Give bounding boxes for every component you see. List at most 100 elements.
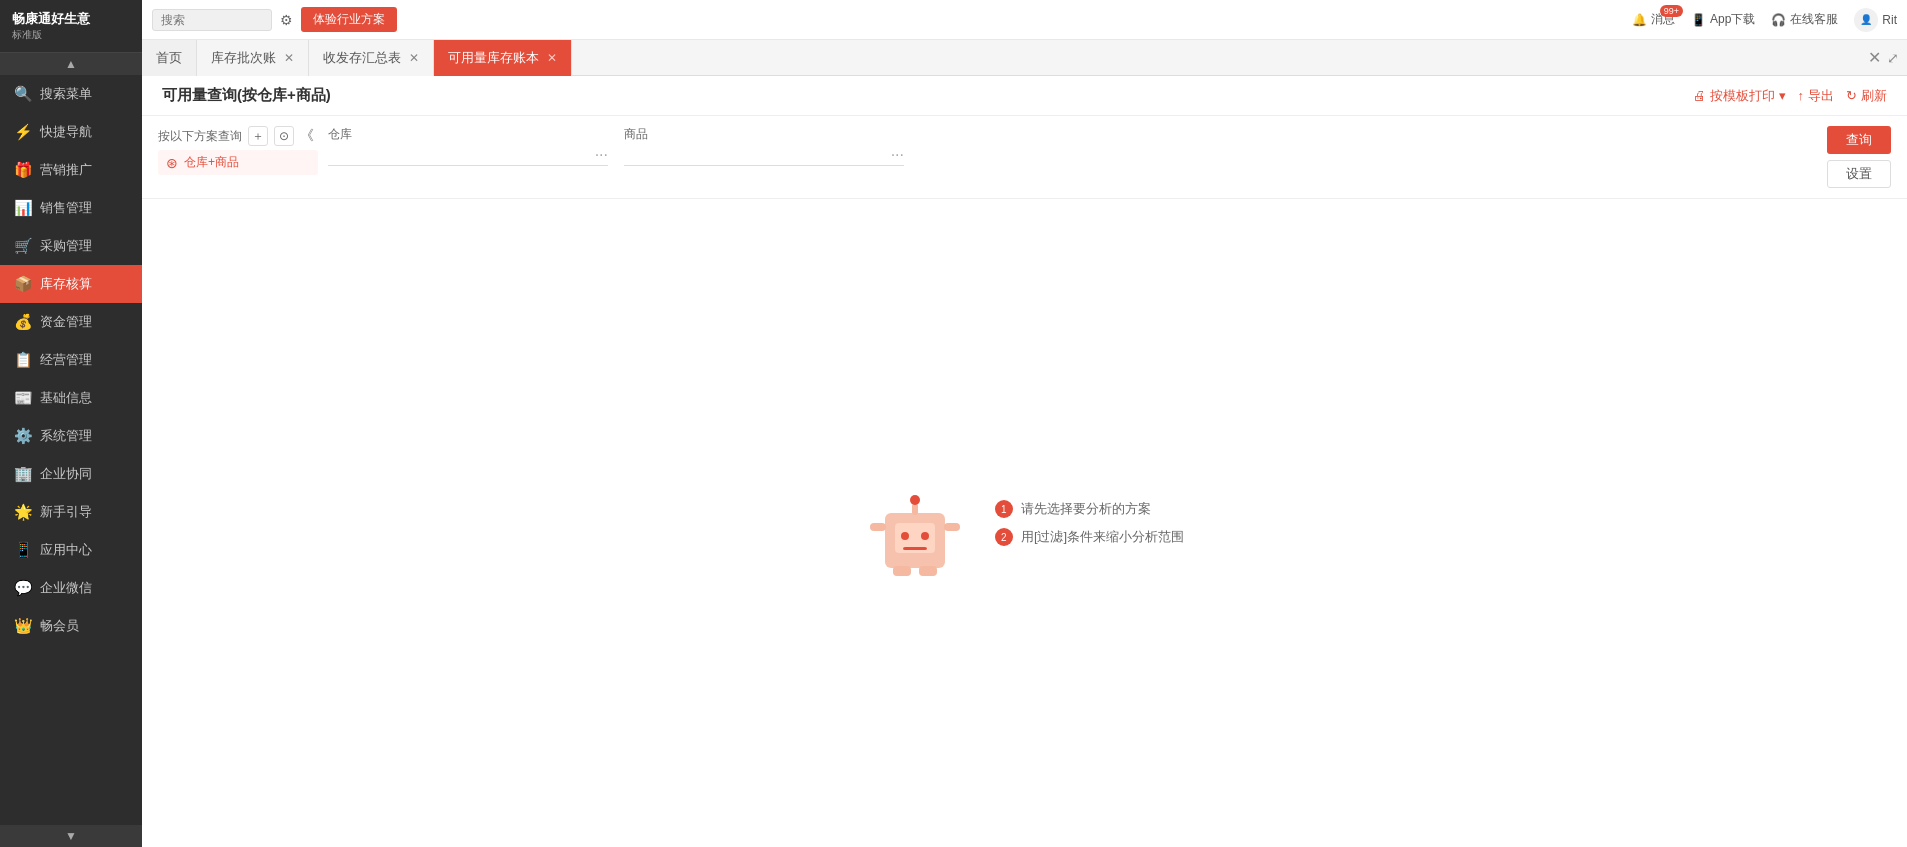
sidebar-item-purchase[interactable]: 🛒 采购管理 — [0, 227, 142, 265]
svg-rect-7 — [870, 523, 886, 531]
goods-input[interactable] — [624, 145, 887, 165]
tab-receipt-summary[interactable]: 收发存汇总表 ✕ — [309, 40, 434, 76]
industry-btn[interactable]: 体验行业方案 — [301, 7, 397, 32]
step1-text: 请先选择要分析的方案 — [1021, 500, 1151, 518]
tab-available-qty[interactable]: 可用量库存账本 ✕ — [434, 40, 572, 76]
sidebar-logo-sub: 标准版 — [12, 28, 130, 42]
search-icon: 🔍 — [14, 85, 32, 103]
online-service-btn[interactable]: 🎧 在线客服 — [1771, 11, 1838, 28]
refresh-label: 刷新 — [1861, 87, 1887, 105]
sidebar-item-label-member: 畅会员 — [40, 617, 79, 635]
tab-batch-account-close[interactable]: ✕ — [284, 51, 294, 65]
svg-rect-4 — [903, 547, 927, 550]
scheme-item-label: 仓库+商品 — [184, 154, 239, 171]
add-scheme-btn[interactable]: ＋ — [248, 126, 268, 146]
filter-scheme-header: 按以下方案查询 ＋ ⊙ 《 — [158, 126, 318, 146]
goods-field: 商品 ··· — [624, 126, 904, 166]
query-btn[interactable]: 查询 — [1827, 126, 1891, 154]
scheme-item-warehouse-goods[interactable]: ⊛ 仓库+商品 — [158, 150, 318, 175]
sidebar-item-label-system: 系统管理 — [40, 427, 92, 445]
export-icon: ↑ — [1798, 88, 1805, 103]
printer-icon: 🖨 — [1693, 88, 1706, 103]
sidebar-item-member[interactable]: 👑畅会员 — [0, 607, 142, 645]
svg-point-3 — [921, 532, 929, 540]
filter-fields: 仓库 ··· 商品 ··· — [328, 126, 1817, 166]
settings-btn[interactable]: 设置 — [1827, 160, 1891, 188]
warehouse-input[interactable] — [328, 145, 591, 165]
warehouse-label: 仓库 — [328, 126, 608, 143]
svg-point-2 — [901, 532, 909, 540]
goods-more-btn[interactable]: ··· — [891, 146, 904, 164]
sidebar-item-system[interactable]: ⚙️ 系统管理 — [0, 417, 142, 455]
sidebar-scroll-up[interactable]: ▲ — [0, 53, 142, 75]
notification-badge: 99+ — [1660, 5, 1683, 17]
sidebar-item-marketing[interactable]: 🎁营销推广 — [0, 151, 142, 189]
main-area: ⚙ 体验行业方案 🔔 99+ 消息 📱 App下载 🎧 在线客服 👤 Rit — [142, 0, 1907, 847]
step2-circle: 2 — [995, 528, 1013, 546]
print-dropdown-icon[interactable]: ▾ — [1779, 88, 1786, 103]
step2-text: 用[过滤]条件来缩小分析范围 — [1021, 528, 1184, 546]
warehouse-field: 仓库 ··· — [328, 126, 608, 166]
tab-available-qty-close[interactable]: ✕ — [547, 51, 557, 65]
goods-label: 商品 — [624, 126, 904, 143]
sidebar-item-shortcut[interactable]: ⚡快捷导航 — [0, 113, 142, 151]
tab-receipt-summary-close[interactable]: ✕ — [409, 51, 419, 65]
enterprise-icon: 🏢 — [14, 465, 32, 483]
tab-batch-account-label: 库存批次账 — [211, 49, 276, 67]
tab-maximize-btn[interactable]: ⤢ — [1887, 50, 1899, 66]
search-input[interactable] — [152, 9, 272, 31]
refresh-btn[interactable]: ↻ 刷新 — [1846, 87, 1887, 105]
sidebar-item-label-newguide: 新手引导 — [40, 503, 92, 521]
filter-scheme-panel: 按以下方案查询 ＋ ⊙ 《 ⊛ 仓库+商品 — [158, 126, 318, 175]
sidebar-header: 畅康通好生意 标准版 — [0, 0, 142, 53]
tab-available-qty-label: 可用量库存账本 — [448, 49, 539, 67]
empty-state: 1 请先选择要分析的方案 2 用[过滤]条件来缩小分析范围 — [142, 199, 1907, 847]
bell-icon: 🔔 — [1632, 13, 1647, 27]
tab-close-all-btn[interactable]: ✕ — [1868, 48, 1881, 67]
notification-btn[interactable]: 🔔 99+ 消息 — [1632, 11, 1675, 28]
sidebar-item-basicinfo[interactable]: 📰 基础信息 — [0, 379, 142, 417]
sidebar: 畅康通好生意 标准版 ▲ 🔍搜索菜单⚡快捷导航🎁营销推广 📊 销售管理 🛒 采购管理 📦库… — [0, 0, 142, 847]
purchase-icon: 🛒 — [14, 237, 32, 255]
sales-icon: 📊 — [14, 199, 32, 217]
avatar: 👤 — [1854, 8, 1878, 32]
sidebar-item-newguide[interactable]: 🌟 新手引导 — [0, 493, 142, 531]
export-btn[interactable]: ↑ 导出 — [1798, 87, 1835, 105]
user-menu[interactable]: 👤 Rit — [1854, 8, 1897, 32]
tab-batch-account[interactable]: 库存批次账 ✕ — [197, 40, 309, 76]
filter-area: 按以下方案查询 ＋ ⊙ 《 ⊛ 仓库+商品 仓库 ··· 商品 — [142, 116, 1907, 199]
app-download-btn[interactable]: 📱 App下载 — [1691, 11, 1755, 28]
page-header: 可用量查询(按仓库+商品) 🖨 按模板打印 ▾ ↑ 导出 ↻ 刷新 — [142, 76, 1907, 116]
system-icon: ⚙️ — [14, 427, 32, 445]
sidebar-item-label-inventory: 库存核算 — [40, 275, 92, 293]
sidebar-item-label-basicinfo: 基础信息 — [40, 389, 92, 407]
sidebar-item-finance[interactable]: 💰资金管理 — [0, 303, 142, 341]
sidebar-item-enterprise[interactable]: 🏢企业协同 — [0, 455, 142, 493]
sidebar-item-sales[interactable]: 📊 销售管理 — [0, 189, 142, 227]
export-label: 导出 — [1808, 87, 1834, 105]
collapse-btn[interactable]: 《 — [300, 127, 314, 145]
sidebar-item-search[interactable]: 🔍搜索菜单 — [0, 75, 142, 113]
sidebar-item-label-wechat: 企业微信 — [40, 579, 92, 597]
shortcut-icon: ⚡ — [14, 123, 32, 141]
wechat-icon: 💬 — [14, 579, 32, 597]
sidebar-item-appcenter[interactable]: 📱应用中心 — [0, 531, 142, 569]
tab-home[interactable]: 首页 — [142, 40, 197, 76]
basicinfo-icon: 📰 — [14, 389, 32, 407]
sidebar-logo-title: 畅康通好生意 — [12, 10, 130, 28]
tab-home-label: 首页 — [156, 49, 182, 67]
sidebar-item-label-marketing: 营销推广 — [40, 161, 92, 179]
sidebar-item-label-purchase: 采购管理 — [40, 237, 92, 255]
sidebar-item-wechat[interactable]: 💬 企业微信 — [0, 569, 142, 607]
warehouse-more-btn[interactable]: ··· — [595, 146, 608, 164]
sidebar-item-label-sales: 销售管理 — [40, 199, 92, 217]
manage-scheme-btn[interactable]: ⊙ — [274, 126, 294, 146]
headset-icon: 🎧 — [1771, 13, 1786, 27]
sidebar-item-inventory[interactable]: 📦库存核算 — [0, 265, 142, 303]
newguide-icon: 🌟 — [14, 503, 32, 521]
sidebar-scroll-down[interactable]: ▼ — [0, 825, 142, 847]
gear-icon[interactable]: ⚙ — [280, 12, 293, 28]
print-btn[interactable]: 🖨 按模板打印 ▾ — [1693, 87, 1786, 105]
mobile-icon: 📱 — [1691, 13, 1706, 27]
sidebar-item-operations[interactable]: 📋经营管理 — [0, 341, 142, 379]
